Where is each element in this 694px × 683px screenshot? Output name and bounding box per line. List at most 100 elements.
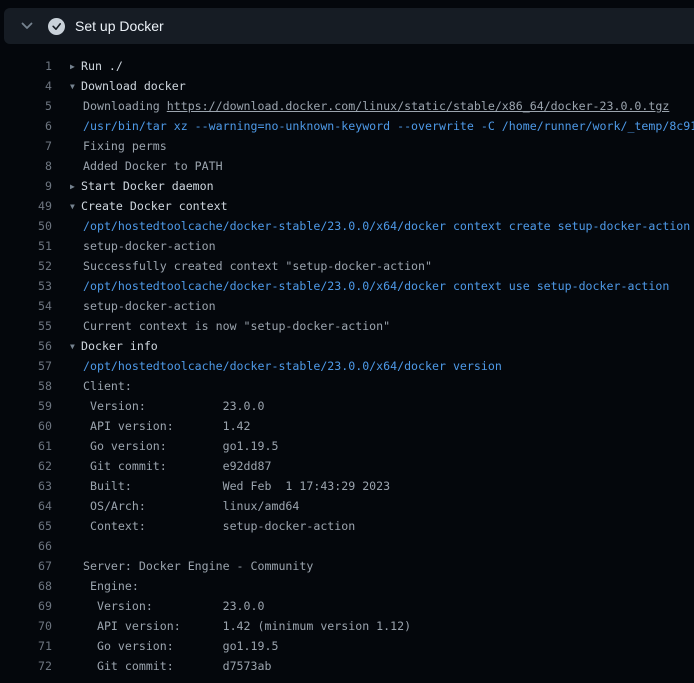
log-line: 9▶Start Docker daemon [0, 176, 694, 196]
line-number[interactable]: 55 [0, 316, 52, 336]
log-text: Context: setup-docker-action [52, 516, 694, 536]
log-line: 72 Git commit: d7573ab [0, 656, 694, 676]
line-number[interactable]: 63 [0, 476, 52, 496]
line-number[interactable]: 70 [0, 616, 52, 636]
line-number[interactable]: 65 [0, 516, 52, 536]
line-number[interactable]: 6 [0, 116, 52, 136]
line-number[interactable]: 60 [0, 416, 52, 436]
plain-text: Version: 23.0.0 [83, 599, 264, 613]
log-text: Current context is now "setup-docker-act… [52, 316, 694, 336]
line-number[interactable]: 5 [0, 96, 52, 116]
log-group-header[interactable]: ▶Run ./ [52, 56, 694, 76]
log-text: Successfully created context "setup-dock… [52, 256, 694, 276]
line-number[interactable]: 4 [0, 76, 52, 96]
log-text: Added Docker to PATH [52, 156, 694, 176]
plain-text: Go version: go1.19.5 [83, 639, 278, 653]
command-text: /opt/hostedtoolcache/docker-stable/23.0.… [83, 219, 690, 233]
log-line: 59 Version: 23.0.0 [0, 396, 694, 416]
line-number[interactable]: 53 [0, 276, 52, 296]
line-number[interactable]: 9 [0, 176, 52, 196]
log-line: 58 Client: [0, 376, 694, 396]
line-number[interactable]: 51 [0, 236, 52, 256]
log-line: 52 Successfully created context "setup-do… [0, 256, 694, 276]
chevron-down-icon[interactable] [16, 15, 38, 37]
log-line: 66 [0, 536, 694, 556]
line-number[interactable]: 62 [0, 456, 52, 476]
line-number[interactable]: 8 [0, 156, 52, 176]
group-expanded-icon[interactable]: ▼ [70, 337, 81, 356]
log-text: Go version: go1.19.5 [52, 636, 694, 656]
log-line: 62 Git commit: e92dd87 [0, 456, 694, 476]
line-number[interactable]: 52 [0, 256, 52, 276]
log-text: setup-docker-action [52, 296, 694, 316]
plain-text: Context: setup-docker-action [83, 519, 355, 533]
plain-text: Fixing perms [83, 139, 167, 153]
plain-text: Go version: go1.19.5 [83, 439, 278, 453]
line-number[interactable]: 57 [0, 356, 52, 376]
log-text: Server: Docker Engine - Community [52, 556, 694, 576]
command-text: /usr/bin/tar xz --warning=no-unknown-key… [83, 119, 694, 133]
log-text: Engine: [52, 576, 694, 596]
log-group-header[interactable]: ▼Docker info [52, 336, 694, 356]
line-number[interactable]: 66 [0, 536, 52, 556]
line-number[interactable]: 64 [0, 496, 52, 516]
log-line: 68 Engine: [0, 576, 694, 596]
log-link[interactable]: https://download.docker.com/linux/static… [167, 99, 670, 113]
log-line: 5Downloading https://download.docker.com… [0, 96, 694, 116]
log-group-header[interactable]: ▶Start Docker daemon [52, 176, 694, 196]
group-collapsed-icon[interactable]: ▶ [70, 57, 81, 76]
plain-text: Built: Wed Feb 1 17:43:29 2023 [83, 479, 390, 493]
line-number[interactable]: 68 [0, 576, 52, 596]
plain-text: Client: [83, 379, 132, 393]
line-number[interactable]: 61 [0, 436, 52, 456]
line-number[interactable]: 7 [0, 136, 52, 156]
group-label: Docker info [81, 339, 158, 353]
log-command-text: /opt/hostedtoolcache/docker-stable/23.0.… [52, 216, 694, 236]
log-command-text: /opt/hostedtoolcache/docker-stable/23.0.… [52, 276, 694, 296]
line-number[interactable]: 72 [0, 656, 52, 676]
log-text: Built: Wed Feb 1 17:43:29 2023 [52, 476, 694, 496]
log-text: Downloading https://download.docker.com/… [52, 96, 694, 116]
line-number[interactable]: 67 [0, 556, 52, 576]
log-command-text: /opt/hostedtoolcache/docker-stable/23.0.… [52, 356, 694, 376]
group-expanded-icon[interactable]: ▼ [70, 197, 81, 216]
line-number[interactable]: 58 [0, 376, 52, 396]
line-number[interactable]: 50 [0, 216, 52, 236]
log-line: 4▼Download docker [0, 76, 694, 96]
log-text: Fixing perms [52, 136, 694, 156]
step-header[interactable]: Set up Docker [4, 8, 694, 44]
group-label: Start Docker daemon [81, 179, 214, 193]
log-group-header[interactable]: ▼Download docker [52, 76, 694, 96]
plain-text: Git commit: d7573ab [83, 659, 271, 673]
plain-text: Successfully created context "setup-dock… [83, 259, 432, 273]
plain-text: Engine: [83, 579, 139, 593]
log-line: 64 OS/Arch: linux/amd64 [0, 496, 694, 516]
log-text: Git commit: e92dd87 [52, 456, 694, 476]
plain-text: setup-docker-action [83, 239, 216, 253]
log-line: 50/opt/hostedtoolcache/docker-stable/23.… [0, 216, 694, 236]
step-title: Set up Docker [75, 18, 164, 34]
plain-text: OS/Arch: linux/amd64 [83, 499, 299, 513]
group-expanded-icon[interactable]: ▼ [70, 77, 81, 96]
log-text: OS/Arch: linux/amd64 [52, 496, 694, 516]
log-text: Go version: go1.19.5 [52, 436, 694, 456]
line-number[interactable]: 1 [0, 56, 52, 76]
line-number[interactable]: 49 [0, 196, 52, 216]
log-line: 67Server: Docker Engine - Community [0, 556, 694, 576]
log-text: Version: 23.0.0 [52, 596, 694, 616]
line-number[interactable]: 71 [0, 636, 52, 656]
group-label: Create Docker context [81, 199, 228, 213]
log-line: 55Current context is now "setup-docker-a… [0, 316, 694, 336]
log-line: 61 Go version: go1.19.5 [0, 436, 694, 456]
plain-text: Added Docker to PATH [83, 159, 223, 173]
log-line: 57/opt/hostedtoolcache/docker-stable/23.… [0, 356, 694, 376]
log-line: 63 Built: Wed Feb 1 17:43:29 2023 [0, 476, 694, 496]
log-line: 51 setup-docker-action [0, 236, 694, 256]
log-area: 1▶Run ./4▼Download docker5Downloading ht… [0, 44, 694, 683]
line-number[interactable]: 56 [0, 336, 52, 356]
group-collapsed-icon[interactable]: ▶ [70, 177, 81, 196]
line-number[interactable]: 69 [0, 596, 52, 616]
line-number[interactable]: 59 [0, 396, 52, 416]
log-group-header[interactable]: ▼Create Docker context [52, 196, 694, 216]
line-number[interactable]: 54 [0, 296, 52, 316]
